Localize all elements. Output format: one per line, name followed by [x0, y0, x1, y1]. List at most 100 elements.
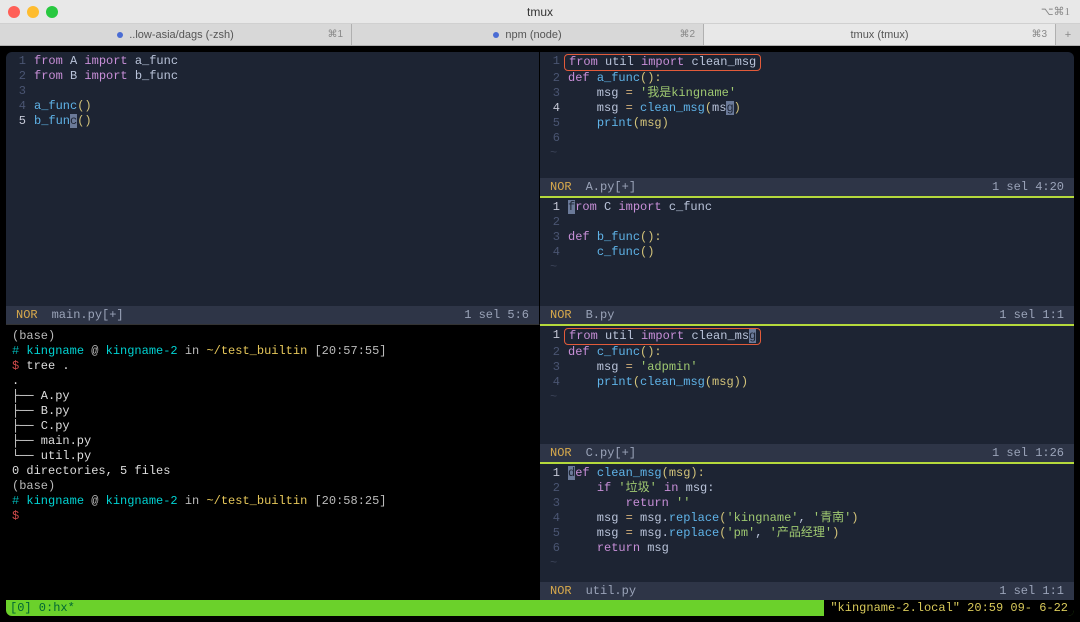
pane-b[interactable]: 1from C import c_func23def b_func():4 c_…: [540, 196, 1074, 324]
code-util[interactable]: 1def clean_msg(msg):2 if '垃圾' in msg:3 r…: [540, 464, 1074, 582]
tmux-statusbar: [0] 0:hx* "kingname-2.local" 20:59 09- 6…: [6, 600, 1074, 616]
line-number: 1: [540, 466, 568, 481]
file-c: C.py[+]: [586, 446, 636, 460]
line-number: 3: [6, 84, 34, 99]
iterm-tab-2[interactable]: tmux (tmux)⌘3: [704, 24, 1056, 45]
tmux-grid: 1from A import a_func2from B import b_fu…: [6, 52, 1074, 600]
shell-output[interactable]: (base)# kingname @ kingname-2 in ~/test_…: [6, 325, 539, 600]
pane-a[interactable]: 1from util import clean_msg2def a_func()…: [540, 52, 1074, 196]
line-number: 3: [540, 360, 568, 375]
code-line[interactable]: print(msg): [568, 116, 1074, 131]
code-b[interactable]: 1from C import c_func23def b_func():4 c_…: [540, 198, 1074, 306]
highlight-box: from util import clean_msg: [564, 54, 761, 71]
traffic-lights: [8, 6, 58, 18]
statusbar-b: NOR B.py 1 sel 1:1: [540, 306, 1074, 324]
code-line[interactable]: def b_func():: [568, 230, 1074, 245]
minimize-window-button[interactable]: [27, 6, 39, 18]
line-number: 4: [540, 245, 568, 260]
code-line[interactable]: msg = msg.replace('pm', '产品经理'): [568, 526, 1074, 541]
terminal-frame: 1from A import a_func2from B import b_fu…: [0, 46, 1080, 622]
shell-line: (base): [12, 329, 533, 344]
code-line[interactable]: return msg: [568, 541, 1074, 556]
mode-util: NOR: [550, 584, 572, 598]
empty-line-marker: ~: [540, 146, 1074, 161]
line-number: 3: [540, 86, 568, 101]
iterm-tab-1[interactable]: npm (node)⌘2: [352, 24, 704, 45]
pos-util: 1 sel 1:1: [999, 584, 1064, 598]
zoom-window-button[interactable]: [46, 6, 58, 18]
code-c[interactable]: 1from util import clean_msg2def c_func()…: [540, 326, 1074, 444]
code-line[interactable]: msg = 'adpmin': [568, 360, 1074, 375]
line-number: 3: [540, 230, 568, 245]
empty-line-marker: ~: [540, 390, 1074, 405]
code-main[interactable]: 1from A import a_func2from B import b_fu…: [6, 52, 539, 306]
line-number: 1: [6, 54, 34, 69]
pane-right-top: 1from util import clean_msg2def a_func()…: [540, 52, 1074, 324]
macos-titlebar: tmux ⌥⌘1: [0, 0, 1080, 24]
code-line[interactable]: from util import clean_msg: [568, 328, 1074, 345]
tmux-clock: "kingname-2.local" 20:59 09- 6-22: [824, 600, 1074, 616]
code-line[interactable]: from B import b_func: [34, 69, 539, 84]
code-line[interactable]: msg = clean_msg(msg): [568, 101, 1074, 116]
highlight-box: from util import clean_msg: [564, 328, 761, 345]
code-line[interactable]: from A import a_func: [34, 54, 539, 69]
shell-line: 0 directories, 5 files: [12, 464, 533, 479]
empty-line-marker: ~: [540, 260, 1074, 275]
code-line[interactable]: def c_func():: [568, 345, 1074, 360]
code-line[interactable]: def clean_msg(msg):: [568, 466, 1074, 481]
code-line[interactable]: [34, 84, 539, 99]
line-number: 2: [540, 215, 568, 230]
shell-line: ├── B.py: [12, 404, 533, 419]
line-number: 1: [540, 200, 568, 215]
pos-b: 1 sel 1:1: [999, 308, 1064, 322]
code-line[interactable]: from C import c_func: [568, 200, 1074, 215]
terminal-inner: 1from A import a_func2from B import b_fu…: [6, 52, 1074, 616]
code-line[interactable]: [568, 131, 1074, 146]
tmux-session: [0] 0:hx*: [10, 601, 75, 615]
code-line[interactable]: return '': [568, 496, 1074, 511]
iterm-tabbar: ..low-asia/dags (-zsh)⌘1npm (node)⌘2tmux…: [0, 24, 1080, 46]
tab-add-button[interactable]: +: [1056, 24, 1080, 45]
file-b: B.py: [586, 308, 615, 322]
code-line[interactable]: b_func(): [34, 114, 539, 129]
pane-c[interactable]: 1from util import clean_msg2def c_func()…: [540, 326, 1074, 462]
window-title: tmux: [527, 5, 553, 19]
shell-line: ├── C.py: [12, 419, 533, 434]
pane-main[interactable]: 1from A import a_func2from B import b_fu…: [6, 52, 540, 324]
code-line[interactable]: def a_func():: [568, 71, 1074, 86]
pos-main: 1 sel 5:6: [464, 308, 529, 322]
pane-shell[interactable]: (base)# kingname @ kingname-2 in ~/test_…: [6, 324, 540, 600]
tab-label: npm (node): [505, 29, 561, 41]
line-number: 2: [540, 345, 568, 360]
file-main: main.py[+]: [52, 308, 124, 322]
pane-util[interactable]: 1def clean_msg(msg):2 if '垃圾' in msg:3 r…: [540, 462, 1074, 600]
line-number: 2: [540, 71, 568, 86]
line-number: 5: [6, 114, 34, 129]
code-line[interactable]: if '垃圾' in msg:: [568, 481, 1074, 496]
iterm-tab-0[interactable]: ..low-asia/dags (-zsh)⌘1: [0, 24, 352, 45]
line-number: 2: [540, 481, 568, 496]
code-line[interactable]: from util import clean_msg: [568, 54, 1074, 71]
shell-line: └── util.py: [12, 449, 533, 464]
tab-dirty-dot-icon: [117, 32, 123, 38]
code-line[interactable]: [568, 215, 1074, 230]
tab-label: ..low-asia/dags (-zsh): [129, 29, 234, 41]
code-line[interactable]: msg = '我是kingname': [568, 86, 1074, 101]
mode-b: NOR: [550, 308, 572, 322]
code-line[interactable]: msg = msg.replace('kingname', '青南'): [568, 511, 1074, 526]
code-a[interactable]: 1from util import clean_msg2def a_func()…: [540, 52, 1074, 178]
line-number: 4: [540, 511, 568, 526]
code-line[interactable]: c_func(): [568, 245, 1074, 260]
code-line[interactable]: print(clean_msg(msg)): [568, 375, 1074, 390]
code-line[interactable]: a_func(): [34, 99, 539, 114]
shell-line: # kingname @ kingname-2 in ~/test_builti…: [12, 494, 533, 509]
file-a: A.py[+]: [586, 180, 636, 194]
mode-main: NOR: [16, 308, 38, 322]
mode-c: NOR: [550, 446, 572, 460]
shell-line: (base): [12, 479, 533, 494]
file-util: util.py: [586, 584, 636, 598]
shell-line: .: [12, 374, 533, 389]
close-window-button[interactable]: [8, 6, 20, 18]
tab-hotkey: ⌘3: [1031, 29, 1047, 40]
pos-c: 1 sel 1:26: [992, 446, 1064, 460]
